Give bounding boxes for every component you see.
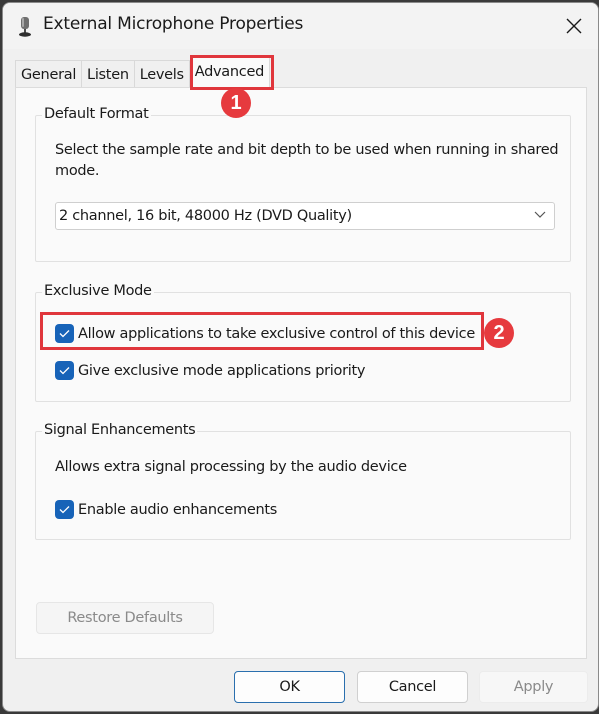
exclusive-priority-checkbox[interactable]: Give exclusive mode applications priorit… — [55, 361, 365, 380]
sample-rate-value: 2 channel, 16 bit, 48000 Hz (DVD Quality… — [59, 208, 352, 224]
checkbox-checked[interactable] — [55, 324, 74, 343]
checkmark-icon — [59, 367, 70, 375]
chevron-down-icon — [534, 211, 546, 218]
tab-listen[interactable]: Listen — [82, 60, 135, 88]
default-format-label: Default Format — [42, 106, 151, 122]
annotation-badge-2: 2 — [484, 318, 514, 348]
tab-advanced[interactable]: Advanced — [189, 57, 270, 88]
checkbox-checked[interactable] — [55, 500, 74, 519]
close-button[interactable] — [556, 9, 592, 43]
ok-button[interactable]: OK — [234, 671, 345, 703]
signal-enhancements-description: Allows extra signal processing by the au… — [55, 459, 407, 475]
tab-bar: General Listen Levels Advanced — [15, 57, 270, 88]
signal-enhancements-label: Signal Enhancements — [42, 422, 198, 438]
exclusive-mode-group: Exclusive Mode Allow applications to tak… — [35, 283, 571, 402]
title-bar: External Microphone Properties — [3, 3, 598, 49]
restore-defaults-button[interactable]: Restore Defaults — [36, 602, 214, 634]
checkbox-checked[interactable] — [55, 361, 74, 380]
checkmark-icon — [59, 330, 70, 338]
apply-button[interactable]: Apply — [479, 671, 588, 703]
signal-enhancements-group: Signal Enhancements Allows extra signal … — [35, 422, 571, 540]
default-format-description: Select the sample rate and bit depth to … — [55, 142, 559, 179]
exclusive-priority-label: Give exclusive mode applications priorit… — [78, 362, 366, 379]
cancel-button[interactable]: Cancel — [357, 671, 468, 703]
microphone-icon — [19, 17, 31, 37]
enable-audio-enhancements-checkbox[interactable]: Enable audio enhancements — [55, 500, 277, 519]
properties-dialog: External Microphone Properties General L… — [2, 2, 599, 712]
sample-rate-select[interactable]: 2 channel, 16 bit, 48000 Hz (DVD Quality… — [55, 202, 555, 230]
annotation-badge-1: 1 — [221, 88, 251, 118]
exclusive-mode-label: Exclusive Mode — [42, 283, 154, 299]
allow-exclusive-control-checkbox[interactable]: Allow applications to take exclusive con… — [55, 324, 475, 343]
tab-levels[interactable]: Levels — [134, 60, 190, 88]
advanced-tab-panel: Default Format Select the sample rate an… — [15, 87, 587, 659]
default-format-group: Default Format Select the sample rate an… — [35, 106, 571, 262]
tab-general[interactable]: General — [15, 60, 83, 88]
enable-audio-enhancements-label: Enable audio enhancements — [78, 501, 278, 518]
window-title: External Microphone Properties — [43, 14, 304, 34]
checkmark-icon — [59, 506, 70, 514]
close-icon — [566, 18, 582, 34]
allow-exclusive-control-label: Allow applications to take exclusive con… — [78, 325, 475, 342]
